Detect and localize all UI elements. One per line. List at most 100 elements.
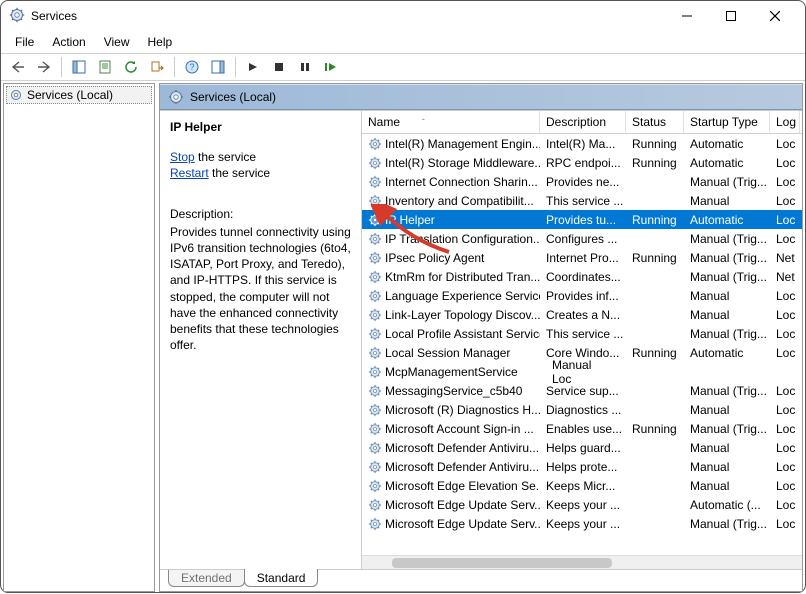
- tab-strip: Extended Standard: [160, 569, 802, 591]
- stop-service-button[interactable]: [268, 56, 290, 78]
- cell-description: Coordinates...: [540, 270, 626, 284]
- cell-log: Loc: [770, 289, 800, 303]
- column-log-on-as[interactable]: Log: [770, 111, 800, 133]
- help-button[interactable]: ?: [181, 56, 203, 78]
- services-list: Nameˆ Description Status Startup Type Lo…: [362, 111, 802, 569]
- service-row[interactable]: McpManagementServiceManualLoc: [362, 362, 802, 381]
- service-row[interactable]: KtmRm for Distributed Tran...Coordinates…: [362, 267, 802, 286]
- cell-name: Microsoft Edge Update Serv...: [362, 517, 540, 531]
- cell-startup: Manual: [546, 358, 626, 372]
- description-label: Description:: [170, 206, 351, 222]
- stop-link[interactable]: Stop: [170, 150, 195, 164]
- cell-startup: Manual: [684, 403, 770, 417]
- pause-service-button[interactable]: [294, 56, 316, 78]
- menu-action[interactable]: Action: [44, 33, 93, 51]
- column-startup-type[interactable]: Startup Type: [684, 111, 770, 133]
- cell-description: This service ...: [540, 194, 626, 208]
- properties-button[interactable]: [94, 56, 116, 78]
- service-row[interactable]: Microsoft Account Sign-in ...Enables use…: [362, 419, 802, 438]
- menu-file[interactable]: File: [7, 33, 42, 51]
- refresh-button[interactable]: [120, 56, 142, 78]
- service-row[interactable]: IP HelperProvides tu...RunningAutomaticL…: [362, 210, 802, 229]
- cell-log: Loc: [770, 479, 800, 493]
- service-row[interactable]: Language Experience ServiceProvides inf.…: [362, 286, 802, 305]
- list-body[interactable]: Intel(R) Management Engin...Intel(R) Ma.…: [362, 134, 802, 555]
- service-row[interactable]: Microsoft Defender Antiviru...Helps guar…: [362, 438, 802, 457]
- horizontal-scrollbar[interactable]: [362, 555, 802, 569]
- cell-name: Local Session Manager: [362, 346, 540, 360]
- service-row[interactable]: Microsoft Defender Antiviru...Helps prot…: [362, 457, 802, 476]
- cell-startup: Manual (Trig...: [684, 232, 770, 246]
- minimize-button[interactable]: [665, 2, 709, 30]
- cell-log: Loc: [770, 232, 800, 246]
- service-row[interactable]: Microsoft Edge Update Serv...Keeps your …: [362, 514, 802, 533]
- service-row[interactable]: MessagingService_c5b40Service sup...Manu…: [362, 381, 802, 400]
- service-row[interactable]: Internet Connection Sharin...Provides ne…: [362, 172, 802, 191]
- forward-button[interactable]: [33, 56, 55, 78]
- cell-log: Loc: [770, 327, 800, 341]
- column-name[interactable]: Nameˆ: [362, 111, 540, 133]
- column-description[interactable]: Description: [540, 111, 626, 133]
- cell-description: Diagnostics ...: [540, 403, 626, 417]
- service-row[interactable]: Intel(R) Storage Middleware...RPC endpoi…: [362, 153, 802, 172]
- cell-description: Enables use...: [540, 422, 626, 436]
- cell-status: Running: [626, 422, 684, 436]
- restart-service-button[interactable]: [320, 56, 342, 78]
- cell-description: Provides inf...: [540, 289, 626, 303]
- cell-status: Running: [626, 156, 684, 170]
- scrollbar-thumb[interactable]: [392, 558, 612, 568]
- restart-link[interactable]: Restart: [170, 166, 209, 180]
- service-row[interactable]: Microsoft Edge Elevation Se...Keeps Micr…: [362, 476, 802, 495]
- tab-standard[interactable]: Standard: [244, 569, 319, 587]
- tab-extended[interactable]: Extended: [168, 570, 245, 587]
- service-row[interactable]: Intel(R) Management Engin...Intel(R) Ma.…: [362, 134, 802, 153]
- window-title: Services: [31, 9, 77, 23]
- service-row[interactable]: IPsec Policy AgentInternet Pro...Running…: [362, 248, 802, 267]
- cell-description: RPC endpoi...: [540, 156, 626, 170]
- cell-startup: Automatic: [684, 156, 770, 170]
- cell-name: McpManagementService: [362, 365, 540, 379]
- cell-name: Microsoft Defender Antiviru...: [362, 460, 540, 474]
- selected-service-name: IP Helper: [170, 119, 351, 135]
- service-row[interactable]: Microsoft Edge Update Serv...Keeps your …: [362, 495, 802, 514]
- column-status[interactable]: Status: [626, 111, 684, 133]
- cell-startup: Manual: [684, 308, 770, 322]
- cell-description: Intel(R) Ma...: [540, 137, 626, 151]
- back-button[interactable]: [7, 56, 29, 78]
- menu-help[interactable]: Help: [140, 33, 181, 51]
- cell-name: IPsec Policy Agent: [362, 251, 540, 265]
- cell-name: Microsoft Edge Elevation Se...: [362, 479, 540, 493]
- cell-name: Link-Layer Topology Discov...: [362, 308, 540, 322]
- cell-startup: Manual (Trig...: [684, 422, 770, 436]
- result-header: Services (Local): [160, 84, 802, 110]
- cell-name: Inventory and Compatibilit...: [362, 194, 540, 208]
- cell-description: Internet Pro...: [540, 251, 626, 265]
- menu-view[interactable]: View: [96, 33, 138, 51]
- service-row[interactable]: IP Translation Configuration...Configure…: [362, 229, 802, 248]
- cell-description: Configures ...: [540, 232, 626, 246]
- close-button[interactable]: [753, 2, 797, 30]
- description-text: Provides tunnel connectivity using IPv6 …: [170, 224, 351, 354]
- cell-name: KtmRm for Distributed Tran...: [362, 270, 540, 284]
- cell-name: Language Experience Service: [362, 289, 540, 303]
- cell-log: Loc: [770, 308, 800, 322]
- cell-name: IP Helper: [362, 213, 540, 227]
- show-hide-action-pane-button[interactable]: [207, 56, 229, 78]
- service-row[interactable]: Local Profile Assistant ServiceThis serv…: [362, 324, 802, 343]
- cell-startup: Manual (Trig...: [684, 251, 770, 265]
- service-row[interactable]: Link-Layer Topology Discov...Creates a N…: [362, 305, 802, 324]
- cell-startup: Manual: [684, 289, 770, 303]
- result-pane: Services (Local) IP Helper Stop the serv…: [159, 83, 803, 592]
- main-area: Services (Local) Services (Local) IP Hel…: [1, 81, 805, 594]
- console-tree[interactable]: Services (Local): [3, 83, 155, 592]
- service-row[interactable]: Microsoft (R) Diagnostics H...Diagnostic…: [362, 400, 802, 419]
- cell-startup: Manual (Trig...: [684, 175, 770, 189]
- maximize-button[interactable]: [709, 2, 753, 30]
- show-hide-tree-button[interactable]: [68, 56, 90, 78]
- tree-item-services-local[interactable]: Services (Local): [6, 86, 152, 104]
- titlebar: Services: [1, 1, 805, 31]
- export-list-button[interactable]: [146, 56, 168, 78]
- start-service-button[interactable]: [242, 56, 264, 78]
- cell-startup: Automatic (...: [684, 498, 770, 512]
- service-row[interactable]: Inventory and Compatibilit...This servic…: [362, 191, 802, 210]
